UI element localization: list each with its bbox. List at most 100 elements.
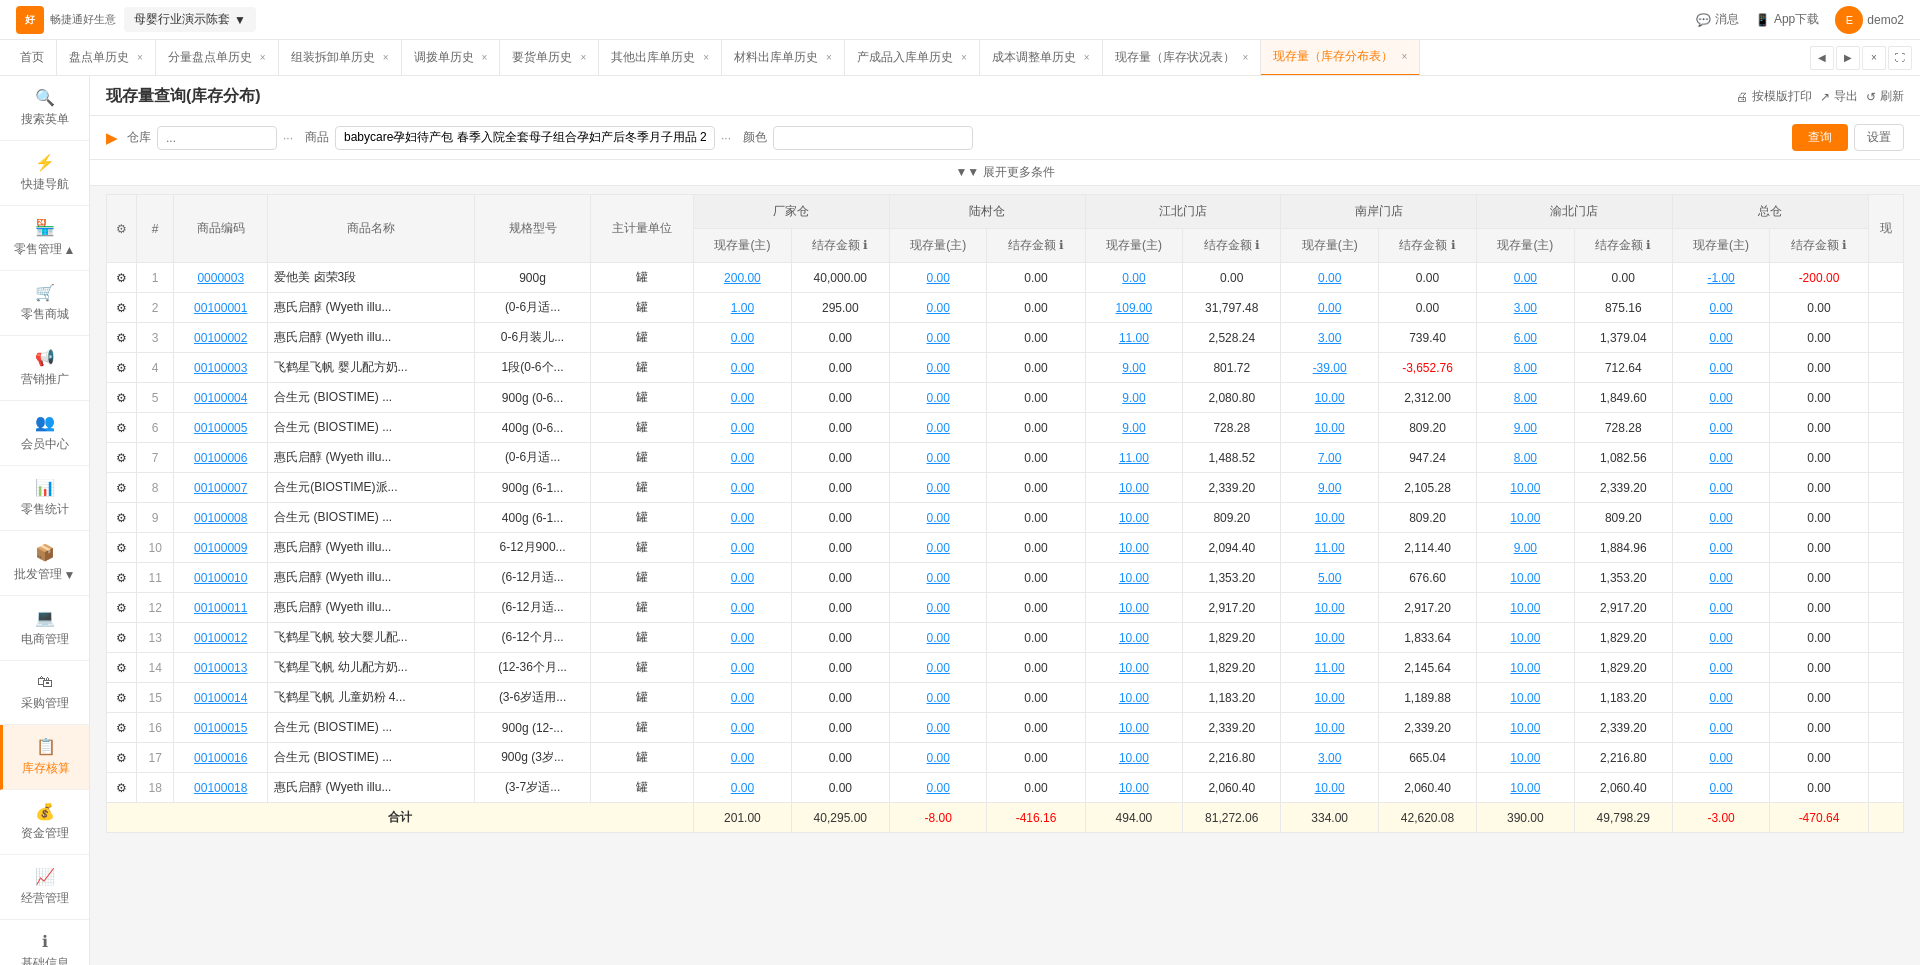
row-fac-stock[interactable]: 200.00 [694,263,792,293]
row-lu-stock[interactable]: 0.00 [889,713,987,743]
row-yb-stock[interactable]: 10.00 [1477,773,1575,803]
row-jb-stock[interactable]: 11.00 [1085,443,1183,473]
row-yb-stock[interactable]: 0.00 [1477,263,1575,293]
row-code[interactable]: 00100009 [174,533,268,563]
row-fac-stock[interactable]: 0.00 [694,593,792,623]
row-jb-stock[interactable]: 10.00 [1085,743,1183,773]
row-jb-stock[interactable]: 9.00 [1085,413,1183,443]
row-yb-stock[interactable]: 3.00 [1477,293,1575,323]
row-yb-stock[interactable]: 9.00 [1477,413,1575,443]
sidebar-item-inventory[interactable]: 📋 库存核算 [0,725,89,790]
row-code[interactable]: 00100003 [174,353,268,383]
row-tot-stock[interactable]: 0.00 [1672,353,1770,383]
tab-close[interactable]: × [961,52,967,63]
row-na-stock[interactable]: 10.00 [1281,413,1379,443]
row-fac-stock[interactable]: 0.00 [694,383,792,413]
row-jb-stock[interactable]: 11.00 [1085,323,1183,353]
sidebar-item-business[interactable]: 📈 经营管理 [0,855,89,920]
sidebar-item-search[interactable]: 🔍 搜索英单 [0,76,89,141]
tab-next-btn[interactable]: ▶ [1836,46,1860,70]
row-fac-stock[interactable]: 0.00 [694,413,792,443]
tab-close[interactable]: × [1243,52,1249,63]
row-jb-stock[interactable]: 10.00 [1085,563,1183,593]
row-code[interactable]: 00100002 [174,323,268,353]
sidebar-item-wholesale[interactable]: 📦 批发管理 ▼ [0,531,89,596]
row-lu-stock[interactable]: 0.00 [889,473,987,503]
row-tot-stock[interactable]: 0.00 [1672,413,1770,443]
row-jb-stock[interactable]: 10.00 [1085,473,1183,503]
row-code[interactable]: 00100004 [174,383,268,413]
tab-xiancun1[interactable]: 现存量（库存状况表） × [1103,40,1262,76]
row-fac-stock[interactable]: 0.00 [694,533,792,563]
row-fac-stock[interactable]: 0.00 [694,353,792,383]
tab-close[interactable]: × [826,52,832,63]
row-lu-stock[interactable]: 0.00 [889,443,987,473]
row-lu-stock[interactable]: 0.00 [889,533,987,563]
row-yb-stock[interactable]: 10.00 [1477,623,1575,653]
tab-close[interactable]: × [260,52,266,63]
tab-close[interactable]: × [482,52,488,63]
row-tot-stock[interactable]: 0.00 [1672,593,1770,623]
row-code[interactable]: 00100011 [174,593,268,623]
row-gear[interactable]: ⚙ [107,593,137,623]
row-tot-stock[interactable]: 0.00 [1672,563,1770,593]
tab-fullscreen-btn[interactable]: ⛶ [1888,46,1912,70]
row-na-stock[interactable]: 5.00 [1281,563,1379,593]
row-code[interactable]: 00100018 [174,773,268,803]
color-input[interactable] [773,126,973,150]
gear-header[interactable]: ⚙ [107,195,137,263]
row-gear[interactable]: ⚙ [107,323,137,353]
row-na-stock[interactable]: -39.00 [1281,353,1379,383]
sidebar-item-marketing[interactable]: 📢 营销推广 [0,336,89,401]
row-tot-stock[interactable]: 0.00 [1672,743,1770,773]
row-tot-stock[interactable]: 0.00 [1672,323,1770,353]
row-tot-stock[interactable]: 0.00 [1672,383,1770,413]
tab-zuzhuang[interactable]: 组装拆卸单历史 × [279,40,402,76]
row-yb-stock[interactable]: 8.00 [1477,443,1575,473]
row-lu-stock[interactable]: 0.00 [889,683,987,713]
tab-diaob[interactable]: 调拨单历史 × [402,40,501,76]
row-yb-stock[interactable]: 10.00 [1477,473,1575,503]
row-tot-stock[interactable]: 0.00 [1672,653,1770,683]
row-jb-stock[interactable]: 0.00 [1085,263,1183,293]
row-lu-stock[interactable]: 0.00 [889,353,987,383]
row-jb-stock[interactable]: 9.00 [1085,353,1183,383]
tab-close[interactable]: × [1084,52,1090,63]
sidebar-item-stats[interactable]: 📊 零售统计 [0,466,89,531]
row-code[interactable]: 00100007 [174,473,268,503]
row-fac-stock[interactable]: 0.00 [694,653,792,683]
row-fac-stock[interactable]: 0.00 [694,683,792,713]
row-yb-stock[interactable]: 10.00 [1477,713,1575,743]
row-na-stock[interactable]: 3.00 [1281,323,1379,353]
sidebar-item-purchase[interactable]: 🛍 采购管理 [0,661,89,725]
row-jb-stock[interactable]: 10.00 [1085,533,1183,563]
row-code[interactable]: 00100013 [174,653,268,683]
tab-yaohuo[interactable]: 要货单历史 × [500,40,599,76]
row-lu-stock[interactable]: 0.00 [889,653,987,683]
row-lu-stock[interactable]: 0.00 [889,623,987,653]
row-yb-stock[interactable]: 10.00 [1477,563,1575,593]
refresh-btn[interactable]: ↺ 刷新 [1866,88,1904,105]
row-tot-stock[interactable]: 0.00 [1672,443,1770,473]
export-btn[interactable]: ↗ 导出 [1820,88,1858,105]
row-yb-stock[interactable]: 8.00 [1477,383,1575,413]
expand-conditions[interactable]: ▼▼ 展开更多条件 [90,160,1920,186]
print-btn[interactable]: 🖨 按模版打印 [1736,88,1812,105]
app-download-btn[interactable]: 📱 App下载 [1755,11,1819,28]
tab-home[interactable]: 首页 [8,40,57,76]
tab-close[interactable]: × [703,52,709,63]
row-gear[interactable]: ⚙ [107,473,137,503]
row-jb-stock[interactable]: 10.00 [1085,653,1183,683]
sidebar-item-basic[interactable]: ℹ 基础信息 [0,920,89,965]
row-jb-stock[interactable]: 10.00 [1085,683,1183,713]
row-gear[interactable]: ⚙ [107,413,137,443]
row-na-stock[interactable]: 10.00 [1281,503,1379,533]
query-btn[interactable]: 查询 [1792,124,1848,151]
row-yb-stock[interactable]: 10.00 [1477,683,1575,713]
row-lu-stock[interactable]: 0.00 [889,383,987,413]
row-na-stock[interactable]: 3.00 [1281,743,1379,773]
row-na-stock[interactable]: 10.00 [1281,773,1379,803]
row-tot-stock[interactable]: 0.00 [1672,533,1770,563]
warehouse-dots[interactable]: ··· [283,131,293,145]
row-gear[interactable]: ⚙ [107,683,137,713]
